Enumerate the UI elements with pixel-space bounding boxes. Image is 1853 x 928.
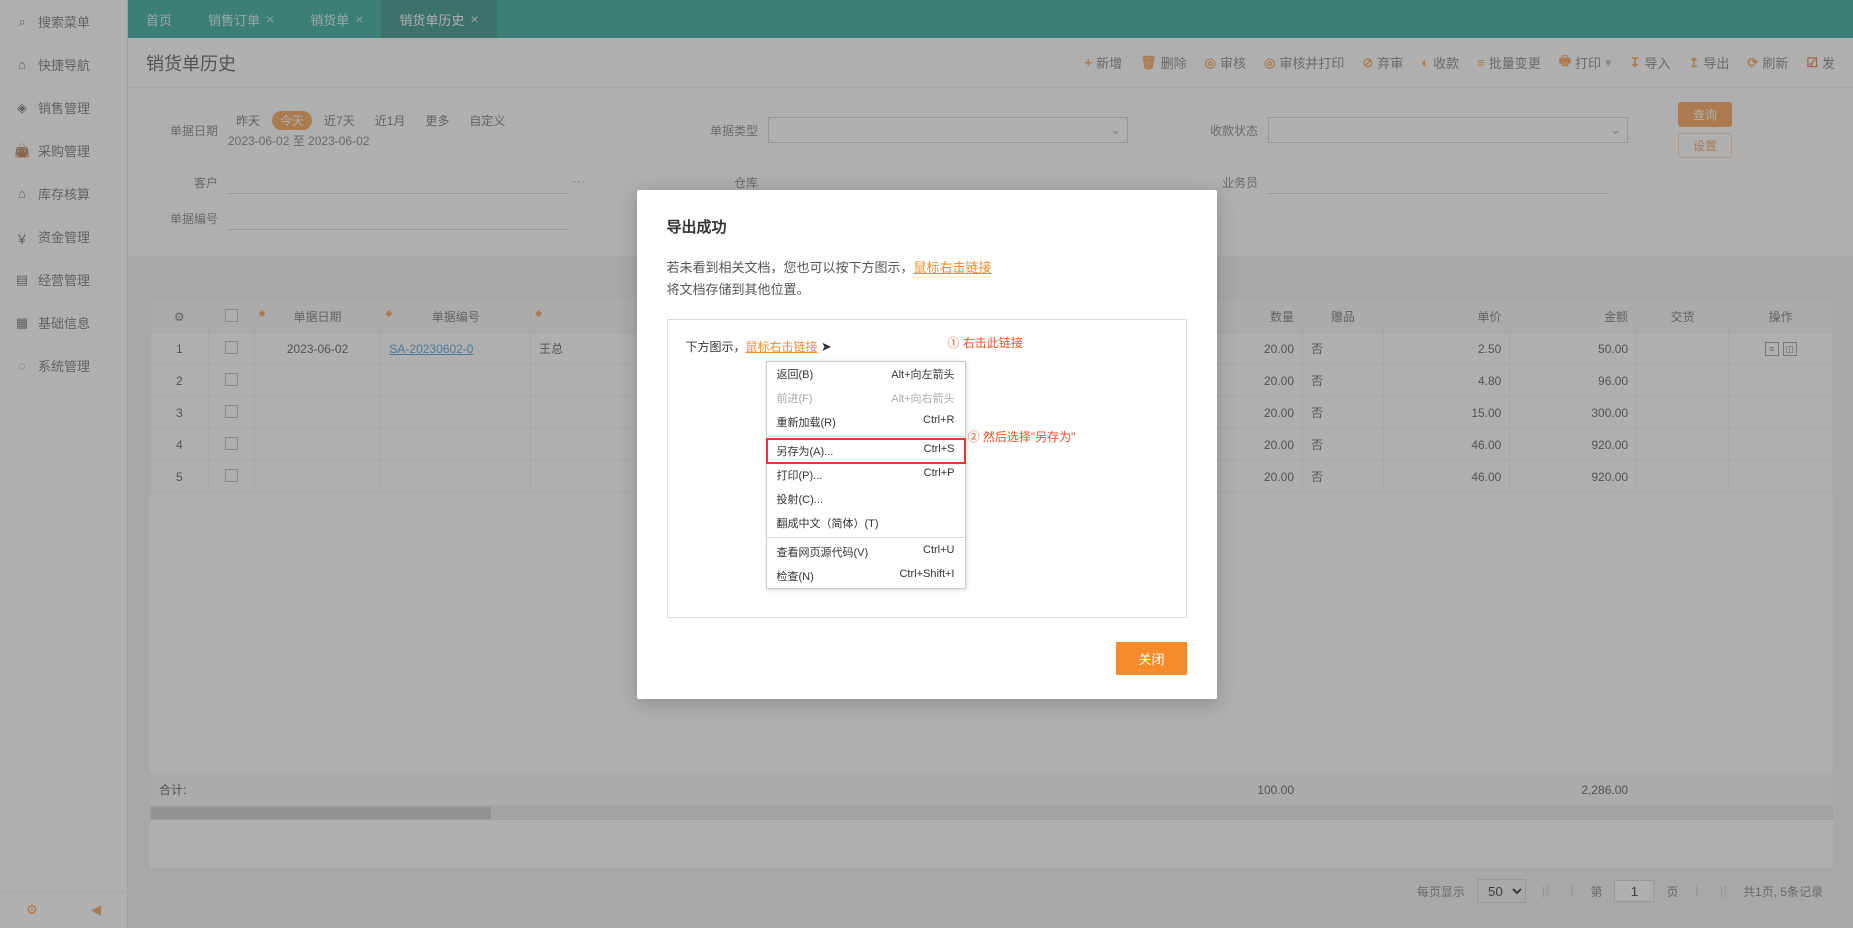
context-menu-item: 投射(C)...: [767, 487, 965, 511]
context-menu-item: 另存为(A)...Ctrl+S: [767, 439, 965, 463]
modal-title: 导出成功: [667, 216, 1187, 237]
annotation-1: ① 右击此链接: [948, 334, 1023, 351]
export-success-modal: 导出成功 若未看到相关文档，您也可以按下方图示，鼠标右击链接 将文档存储到其他位…: [637, 190, 1217, 699]
context-menu-item: 重新加载(R)Ctrl+R: [767, 410, 965, 434]
context-menu-item: 前进(F)Alt+向右箭头: [767, 386, 965, 410]
demo-link[interactable]: 鼠标右击链接: [746, 340, 818, 354]
context-menu-item: 打印(P)...Ctrl+P: [767, 463, 965, 487]
modal-line2: 将文档存储到其他位置。: [667, 279, 1187, 301]
modal-overlay: 导出成功 若未看到相关文档，您也可以按下方图示，鼠标右击链接 将文档存储到其他位…: [0, 0, 1853, 928]
cursor-icon: ➤: [821, 339, 832, 354]
context-menu-item: 返回(B)Alt+向左箭头: [767, 362, 965, 386]
instruction-box: 下方图示，鼠标右击链接 ➤ ① 右击此链接 返回(B)Alt+向左箭头前进(F)…: [667, 319, 1187, 618]
context-menu-item: 查看网页源代码(V)Ctrl+U: [767, 540, 965, 564]
right-click-link[interactable]: 鼠标右击链接: [914, 260, 992, 275]
annotation-2: ② 然后选择"另存为": [968, 428, 1076, 445]
context-menu-item: 翻成中文（简体）(T): [767, 511, 965, 535]
modal-line1: 若未看到相关文档，您也可以按下方图示，鼠标右击链接: [667, 257, 1187, 279]
demo-context-menu: 返回(B)Alt+向左箭头前进(F)Alt+向右箭头重新加载(R)Ctrl+R 另…: [766, 361, 966, 589]
context-menu-item: 检查(N)Ctrl+Shift+I: [767, 564, 965, 588]
close-button[interactable]: 关闭: [1116, 642, 1186, 675]
